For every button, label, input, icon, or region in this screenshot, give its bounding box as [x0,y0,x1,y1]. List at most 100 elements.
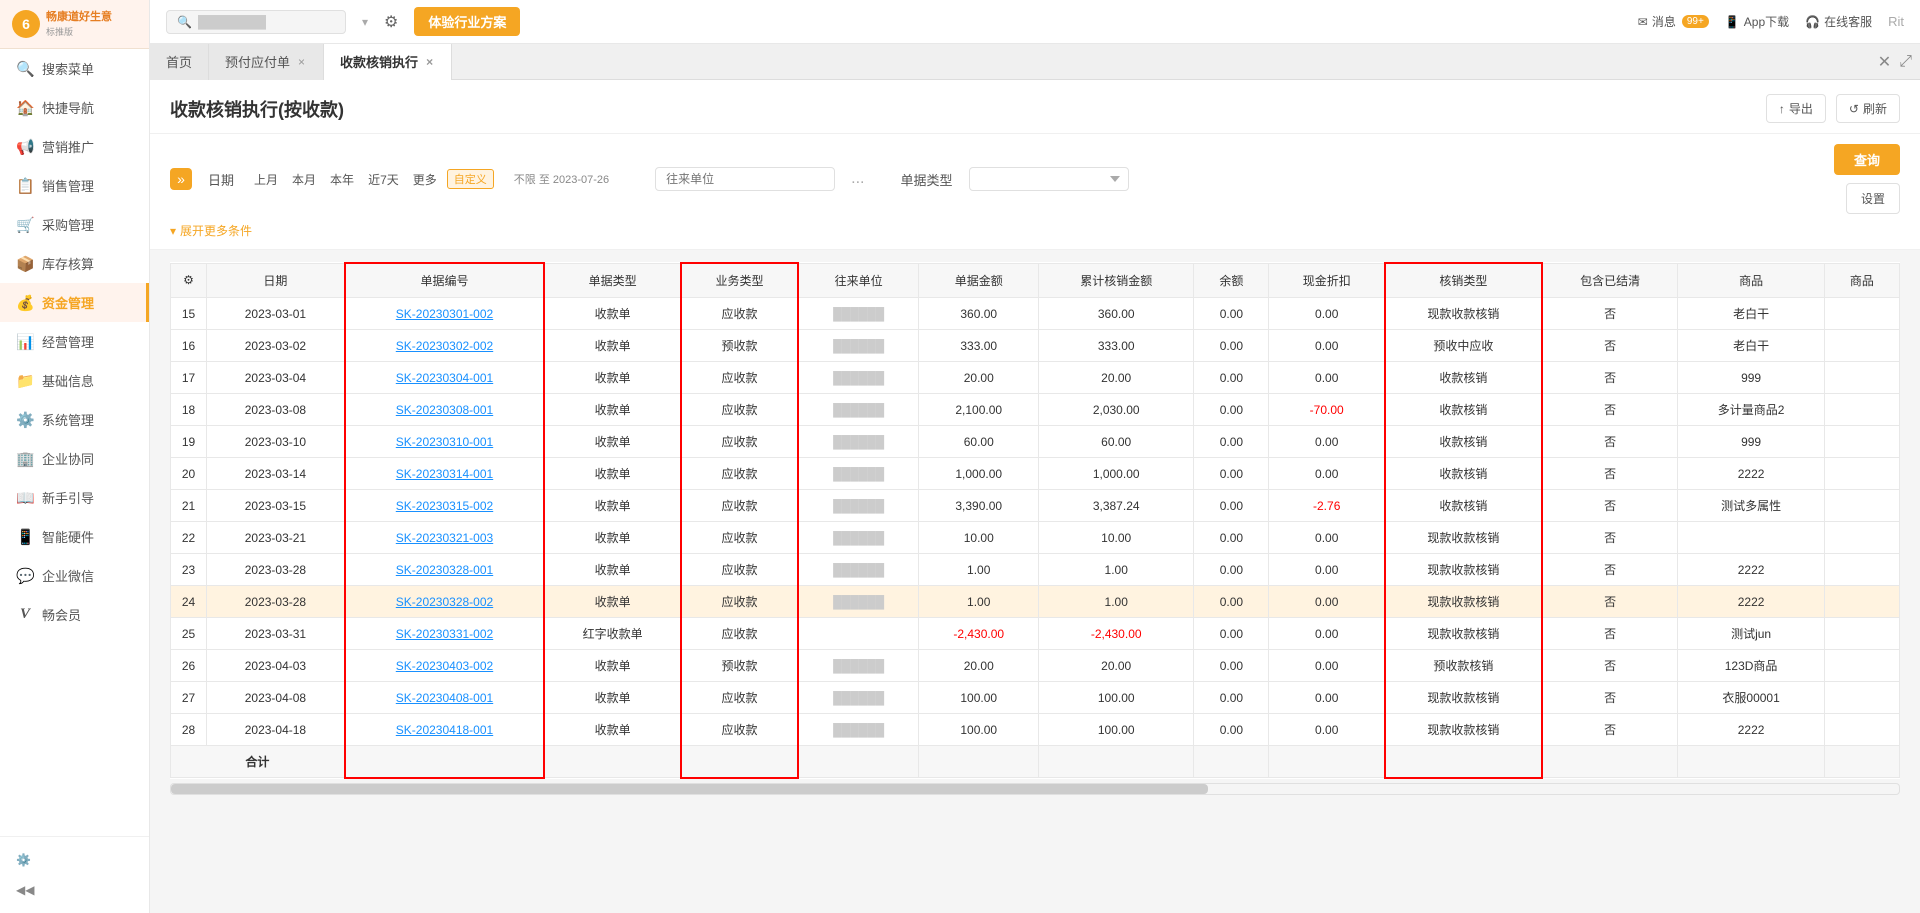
filter-toggle-btn[interactable]: » [170,168,192,190]
cell-cumulative-verify: -2,430.00 [1039,618,1194,650]
sidebar-item-system-mgmt[interactable]: ⚙️ 系统管理 [0,400,149,439]
table-footer: 合计 [171,746,1900,778]
filter-dots: ... [851,170,864,188]
bill-no-link[interactable]: SK-20230328-002 [396,595,493,609]
bill-no-link[interactable]: SK-20230301-002 [396,307,493,321]
topbar-dropdown-arrow[interactable]: ▾ [362,15,368,29]
sidebar-item-sales-mgmt[interactable]: 📋 销售管理 [0,166,149,205]
sidebar-item-basic-info[interactable]: 📁 基础信息 [0,361,149,400]
more-btn[interactable]: 更多 [409,169,441,190]
cell-cash-discount: 0.00 [1269,298,1385,330]
cell-biz-type: 应收款 [681,554,798,586]
sidebar-item-finance[interactable]: 💰 资金管理 [0,283,149,322]
cell-bill-no: SK-20230308-001 [345,394,544,426]
th-product2: 商品 [1824,263,1899,298]
bill-no-link[interactable]: SK-20230302-002 [396,339,493,353]
sidebar-settings-btn[interactable]: ⚙️ [0,845,149,875]
online-service-btn[interactable]: 🎧 在线客服 [1805,13,1872,30]
this-month-btn[interactable]: 本月 [288,169,320,190]
export-btn[interactable]: ↑ 导出 [1766,94,1826,123]
app-download-btn[interactable]: 📱 App下载 [1725,13,1789,30]
bill-no-link[interactable]: SK-20230310-001 [396,435,493,449]
th-gear[interactable]: ⚙ [171,263,207,298]
sidebar-item-inventory[interactable]: 📦 库存核算 [0,244,149,283]
enterprise-icon: 🏢 [16,450,34,468]
cell-product2 [1824,714,1899,746]
cell-cash-discount: -2.76 [1269,490,1385,522]
cell-product2 [1824,618,1899,650]
custom-btn[interactable]: 自定义 [447,169,494,189]
tab-home[interactable]: 首页 [150,44,209,80]
bill-no-link[interactable]: SK-20230408-001 [396,691,493,705]
table-row: 21 2023-03-15 SK-20230315-002 收款单 应收款 ██… [171,490,1900,522]
industry-solution-btn[interactable]: 体验行业方案 [414,7,520,36]
settings-icon: ⚙️ [16,853,31,867]
cell-date: 2023-03-15 [207,490,345,522]
topbar-gear-icon[interactable]: ⚙ [384,12,398,32]
close-all-icon[interactable]: ✕ [1878,52,1891,72]
refresh-btn[interactable]: ↺ 刷新 [1836,94,1900,123]
sidebar-item-quick-nav[interactable]: 🏠 快捷导航 [0,88,149,127]
sidebar-item-label: 快捷导航 [42,98,94,117]
sidebar-item-guide[interactable]: 📖 新手引导 [0,478,149,517]
sidebar-item-wechat[interactable]: 💬 企业微信 [0,556,149,595]
bill-no-link[interactable]: SK-20230314-001 [396,467,493,481]
tab-collection-verify[interactable]: 收款核销执行 × [324,44,452,80]
topbar-search[interactable]: 🔍 ████████ [166,10,346,34]
sidebar-item-operations[interactable]: 📊 经营管理 [0,322,149,361]
scrollbar-thumb[interactable] [171,784,1208,794]
query-btn[interactable]: 查询 [1834,144,1900,175]
partner-input[interactable] [655,167,835,191]
message-btn[interactable]: ✉ 消息 99+ [1638,13,1709,30]
cell-product: 老白干 [1678,330,1824,362]
th-bill-amount: 单据金额 [919,263,1039,298]
cell-include-settled: 否 [1542,458,1678,490]
tabs-bar: 首页 预付应付单 × 收款核销执行 × ✕ ⤢ [150,44,1920,80]
th-bill-type: 单据类型 [544,263,681,298]
sidebar-item-search-menu[interactable]: 🔍 搜索菜单 [0,49,149,88]
user-avatar: Rit [1888,14,1904,29]
cell-bill-type: 收款单 [544,330,681,362]
cell-verify-type: 现款收款核销 [1385,618,1542,650]
tab-collection-close[interactable]: × [424,53,435,71]
last-7days-btn[interactable]: 近7天 [364,169,403,190]
bill-no-link[interactable]: SK-20230403-002 [396,659,493,673]
logo-icon: 6 [12,10,40,38]
maximize-icon[interactable]: ⤢ [1899,53,1912,71]
this-year-btn[interactable]: 本年 [326,169,358,190]
bill-no-link[interactable]: SK-20230331-002 [396,627,493,641]
cell-biz-type: 应收款 [681,458,798,490]
cell-biz-type: 应收款 [681,426,798,458]
sidebar-item-member[interactable]: V 畅会员 [0,595,149,634]
setting-btn[interactable]: 设置 [1846,183,1900,214]
cell-no: 20 [171,458,207,490]
cell-cumulative-verify: 10.00 [1039,522,1194,554]
bill-no-link[interactable]: SK-20230321-003 [396,531,493,545]
date-quick-btns: 上月 本月 本年 近7天 更多 自定义 [250,169,494,190]
last-month-btn[interactable]: 上月 [250,169,282,190]
bill-no-link[interactable]: SK-20230315-002 [396,499,493,513]
sidebar-item-marketing[interactable]: 📢 营销推广 [0,127,149,166]
online-service-label: 在线客服 [1824,13,1872,30]
tab-prepay-close[interactable]: × [296,53,307,71]
bill-no-link[interactable]: SK-20230308-001 [396,403,493,417]
operations-icon: 📊 [16,333,34,351]
bill-no-link[interactable]: SK-20230304-001 [396,371,493,385]
sidebar-item-enterprise[interactable]: 🏢 企业协同 [0,439,149,478]
message-icon: ✉ [1638,15,1648,29]
cell-include-settled: 否 [1542,554,1678,586]
expand-conditions-btn[interactable]: ▾ 展开更多条件 [170,222,1900,239]
cell-date: 2023-04-03 [207,650,345,682]
scrollbar-area[interactable] [170,783,1900,795]
bill-type-select[interactable] [969,167,1129,191]
cell-product: 123D商品 [1678,650,1824,682]
sidebar-item-purchase-mgmt[interactable]: 🛒 采购管理 [0,205,149,244]
cell-balance: 0.00 [1194,554,1269,586]
cell-product: 2222 [1678,586,1824,618]
sidebar-collapse-btn[interactable]: ◀◀ [0,875,149,905]
tab-prepay-bill[interactable]: 预付应付单 × [209,44,324,80]
bill-no-link[interactable]: SK-20230418-001 [396,723,493,737]
bill-no-link[interactable]: SK-20230328-001 [396,563,493,577]
sidebar-item-smart-hw[interactable]: 📱 智能硬件 [0,517,149,556]
table-row: 23 2023-03-28 SK-20230328-001 收款单 应收款 ██… [171,554,1900,586]
